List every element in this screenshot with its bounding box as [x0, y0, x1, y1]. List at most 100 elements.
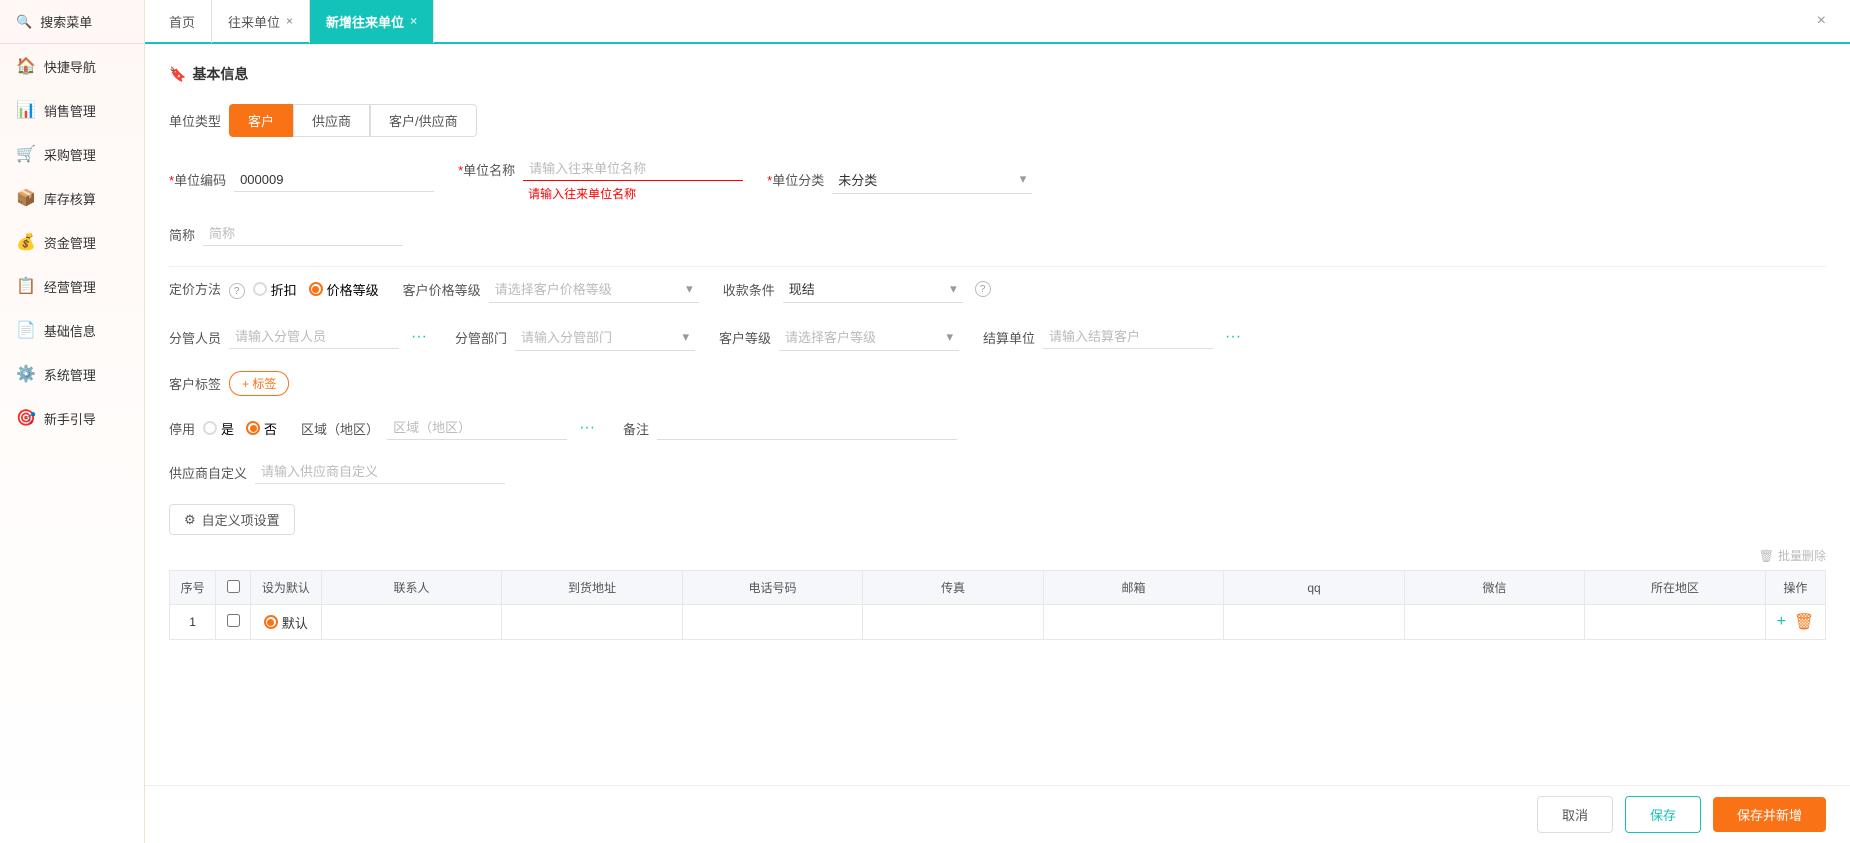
unit-btn-customer[interactable]: 客户	[229, 104, 293, 137]
settlement-input[interactable]	[1043, 325, 1213, 349]
add-tag-button[interactable]: + 标签	[229, 371, 289, 396]
disabled-item: 停用 是 否	[169, 419, 277, 438]
row-fax-input[interactable]	[873, 615, 1033, 629]
pricing-info-icon[interactable]: ?	[229, 283, 245, 299]
unit-type-row: 单位类型 客户 供应商 客户/供应商	[169, 104, 1826, 137]
custom-settings-label: 自定义项设置	[202, 510, 280, 529]
row-email[interactable]	[1043, 605, 1224, 640]
custom-settings-button[interactable]: ⚙ 自定义项设置	[169, 504, 295, 535]
unit-code-input[interactable]	[234, 168, 434, 192]
row-qq[interactable]	[1224, 605, 1405, 640]
row-email-input[interactable]	[1054, 615, 1214, 629]
sidebar-item-operations[interactable]: 📋 经营管理	[0, 264, 144, 308]
tags-label: 客户标签	[169, 374, 221, 393]
row-phone-input[interactable]	[693, 615, 853, 629]
sidebar-item-basic-info[interactable]: 📄 基础信息	[0, 308, 144, 352]
radio-discount-label: 折扣	[271, 280, 297, 299]
tab-partners[interactable]: 往来单位 ×	[212, 0, 310, 43]
manager-input[interactable]	[229, 325, 399, 349]
manager-more-icon[interactable]: ···	[407, 328, 431, 346]
col-address: 到货地址	[502, 571, 683, 605]
system-label: 系统管理	[44, 365, 96, 384]
save-button[interactable]: 保存	[1625, 796, 1701, 833]
col-wechat: 微信	[1404, 571, 1585, 605]
radio-yes[interactable]: 是	[203, 419, 234, 438]
sidebar-item-sales[interactable]: 📊 销售管理	[0, 88, 144, 132]
window-close-icon[interactable]: ×	[1801, 12, 1842, 30]
row-address-input[interactable]	[512, 615, 672, 629]
sidebar-item-guide[interactable]: 🎯 新手引导	[0, 396, 144, 440]
select-all-checkbox[interactable]	[227, 580, 240, 593]
row-default-radio[interactable]: 默认	[261, 613, 311, 632]
unit-name-item: *单位名称 请输入往来单位名称	[458, 157, 743, 202]
sidebar-item-inventory[interactable]: 📦 库存核算	[0, 176, 144, 220]
radio-no[interactable]: 否	[246, 419, 277, 438]
sidebar-item-quick-nav[interactable]: 🏠 快捷导航	[0, 44, 144, 88]
unit-btn-supplier[interactable]: 供应商	[293, 104, 370, 137]
short-name-input[interactable]	[203, 222, 403, 246]
tab-new-partner[interactable]: 新增往来单位 ×	[310, 0, 434, 43]
col-fax: 传真	[863, 571, 1044, 605]
unit-btn-both[interactable]: 客户/供应商	[370, 104, 477, 137]
guide-label: 新手引导	[44, 409, 96, 428]
sidebar-item-search[interactable]: 🔍 搜索菜单	[0, 0, 144, 44]
unit-type-item: 单位类型 客户 供应商 客户/供应商	[169, 104, 477, 137]
tab-partners-close[interactable]: ×	[286, 14, 293, 28]
customer-level-select[interactable]: 请选择客户等级 ▾	[779, 323, 959, 351]
row-region[interactable]	[1585, 605, 1766, 640]
add-row-icon[interactable]: +	[1777, 613, 1786, 631]
main-area: 首页 往来单位 × 新增往来单位 × × 🔖 基本信息 单位类型 客户 供应商 …	[145, 0, 1850, 843]
region-more-icon[interactable]: ···	[575, 419, 599, 437]
sidebar-item-finance[interactable]: 💰 资金管理	[0, 220, 144, 264]
settlement-more-icon[interactable]: ···	[1221, 328, 1245, 346]
row-checkbox[interactable]	[227, 614, 240, 627]
payment-info-icon[interactable]: ?	[975, 281, 991, 297]
customer-price-arrow-icon: ▾	[686, 281, 693, 297]
radio-no-circle	[246, 421, 260, 435]
unit-category-value: 未分类	[838, 170, 877, 189]
row-wechat[interactable]	[1404, 605, 1585, 640]
cancel-button[interactable]: 取消	[1537, 796, 1613, 833]
region-input[interactable]	[387, 416, 567, 440]
col-qq: qq	[1224, 571, 1405, 605]
supplier-custom-input[interactable]	[255, 460, 505, 484]
dept-select[interactable]: 请输入分管部门 ▾	[515, 323, 695, 351]
sidebar-item-system[interactable]: ⚙️ 系统管理	[0, 352, 144, 396]
customer-price-select[interactable]: 请选择客户价格等级 ▾	[489, 275, 699, 303]
short-name-item: 简称	[169, 222, 403, 246]
radio-discount[interactable]: 折扣	[253, 280, 297, 299]
pricing-row: 定价方法 ? 折扣 价格等级 客户价格等级 请选择客户价	[169, 275, 1826, 303]
customer-level-arrow-icon: ▾	[947, 329, 954, 345]
radio-price-level[interactable]: 价格等级	[309, 280, 379, 299]
system-icon: ⚙️	[16, 364, 36, 384]
table-section: ⚙ 自定义项设置 🗑 批量删除 序号 设为默认 联系人 到货地址	[169, 504, 1826, 640]
sidebar-item-purchase[interactable]: 🛒 采购管理	[0, 132, 144, 176]
sidebar: 🔍 搜索菜单 🏠 快捷导航 📊 销售管理 🛒 采购管理 📦 库存核算 💰 资金管…	[0, 0, 145, 843]
row-actions: + 🗑	[1765, 605, 1825, 640]
remarks-input[interactable]	[657, 416, 957, 440]
tab-new-partner-close[interactable]: ×	[410, 14, 417, 28]
delete-row-icon[interactable]: 🗑	[1794, 612, 1814, 632]
unit-category-select[interactable]: 未分类 ▾	[832, 166, 1032, 194]
row-region-input[interactable]	[1595, 615, 1755, 629]
payment-terms-value: 现结	[789, 279, 815, 298]
save-new-button[interactable]: 保存并新增	[1713, 797, 1826, 832]
bottom-bar: 取消 保存 保存并新增	[145, 785, 1850, 843]
row-phone[interactable]	[682, 605, 863, 640]
row-contact-input[interactable]	[332, 615, 492, 629]
unit-name-input[interactable]	[523, 157, 743, 181]
customer-level-placeholder: 请选择客户等级	[785, 327, 876, 346]
payment-terms-select[interactable]: 现结 ▾	[783, 275, 963, 303]
row-wechat-input[interactable]	[1415, 615, 1575, 629]
quick-nav-label: 快捷导航	[44, 57, 96, 76]
table-row: 1 默认	[170, 605, 1826, 640]
row-address[interactable]	[502, 605, 683, 640]
sales-icon: 📊	[16, 100, 36, 120]
row-fax[interactable]	[863, 605, 1044, 640]
batch-delete-btn[interactable]: 🗑 批量删除	[1759, 547, 1826, 564]
tab-home[interactable]: 首页	[153, 0, 212, 43]
col-action: 操作	[1765, 571, 1825, 605]
pricing-radio-group: 折扣 价格等级	[253, 280, 379, 299]
row-contact[interactable]	[321, 605, 502, 640]
row-qq-input[interactable]	[1234, 615, 1394, 629]
